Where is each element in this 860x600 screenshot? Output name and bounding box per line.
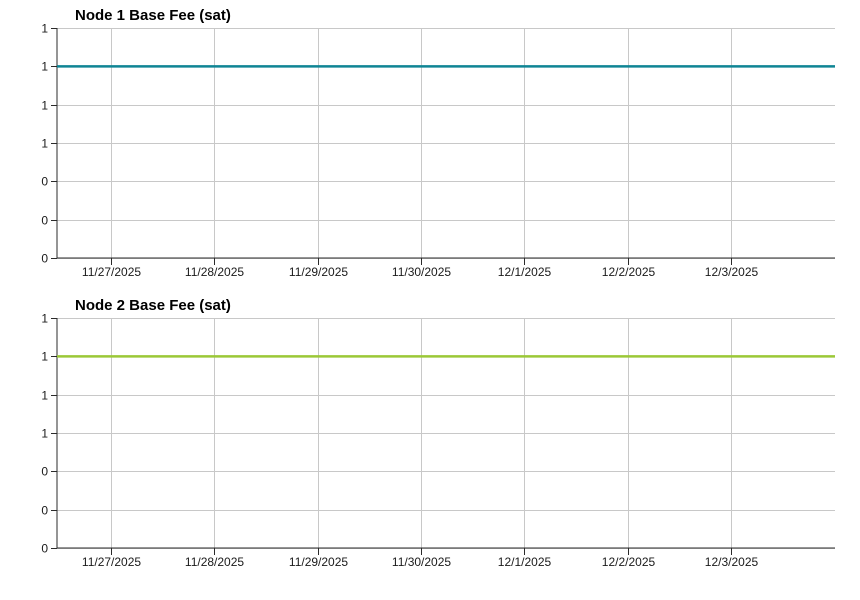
x-tick-label: 11/28/2025 [185,555,244,569]
x-tick-label: 11/29/2025 [289,555,348,569]
axis-labels: 1 1 1 1 0 0 0 11/27/2025 11/28/2025 11/29/2025 11/… [41,312,758,570]
y-tick-label: 1 [41,60,48,74]
x-tick-label: 12/2/2025 [602,555,656,569]
y-tick-label: 0 [41,175,48,189]
axes [51,28,835,265]
y-tick-label: 0 [41,542,48,556]
gridlines [57,28,835,259]
chart-title: Node 2 Base Fee (sat) [75,297,231,314]
y-tick-label: 1 [41,22,48,36]
x-tick-label: 12/3/2025 [705,555,759,569]
x-tick-label: 12/3/2025 [705,265,759,279]
axes [51,318,835,555]
x-tick-label: 11/29/2025 [289,265,348,279]
node1-base-fee-chart: Node 1 Base Fee (sat) 1 1 1 1 0 0 0 11/27/2025 1… [0,0,860,290]
x-tick-label: 11/27/2025 [82,265,141,279]
y-tick-label: 1 [41,427,48,441]
x-tick-label: 11/30/2025 [392,555,451,569]
node2-base-fee-plot: Node 2 Base Fee (sat) 111100011/27/2025 1… [41,297,835,570]
fee-dashboard: Node 1 Base Fee (sat) 1 1 1 1 0 0 0 11/27/2025 1… [0,0,860,600]
y-tick-label: 0 [41,504,48,518]
y-tick-label: 0 [41,214,48,228]
x-tick-label: 11/30/2025 [392,265,451,279]
x-tick-label: 12/2/2025 [602,265,656,279]
y-tick-label: 1 [41,99,48,113]
y-tick-label: 0 [41,252,48,266]
y-tick-label: 1 [41,137,48,151]
y-tick-label: 1 [41,389,48,403]
node1-base-fee-plot: Node 1 Base Fee (sat) 111100011/27/2025 1… [41,7,835,280]
x-tick-label: 12/1/2025 [498,555,552,569]
axis-labels: 1 1 1 1 0 0 0 11/27/2025 11/28/2025 11/29/2025 11/… [41,22,758,280]
node2-base-fee-chart: Node 2 Base Fee (sat) 1 1 1 1 0 0 0 11/27/2025 1… [0,290,860,600]
y-tick-label: 1 [41,350,48,364]
gridlines [57,318,835,549]
y-tick-label: 0 [41,465,48,479]
chart-title: Node 1 Base Fee (sat) [75,7,231,24]
x-tick-label: 11/28/2025 [185,265,244,279]
x-tick-label: 12/1/2025 [498,265,552,279]
y-tick-label: 1 [41,312,48,326]
x-tick-label: 11/27/2025 [82,555,141,569]
